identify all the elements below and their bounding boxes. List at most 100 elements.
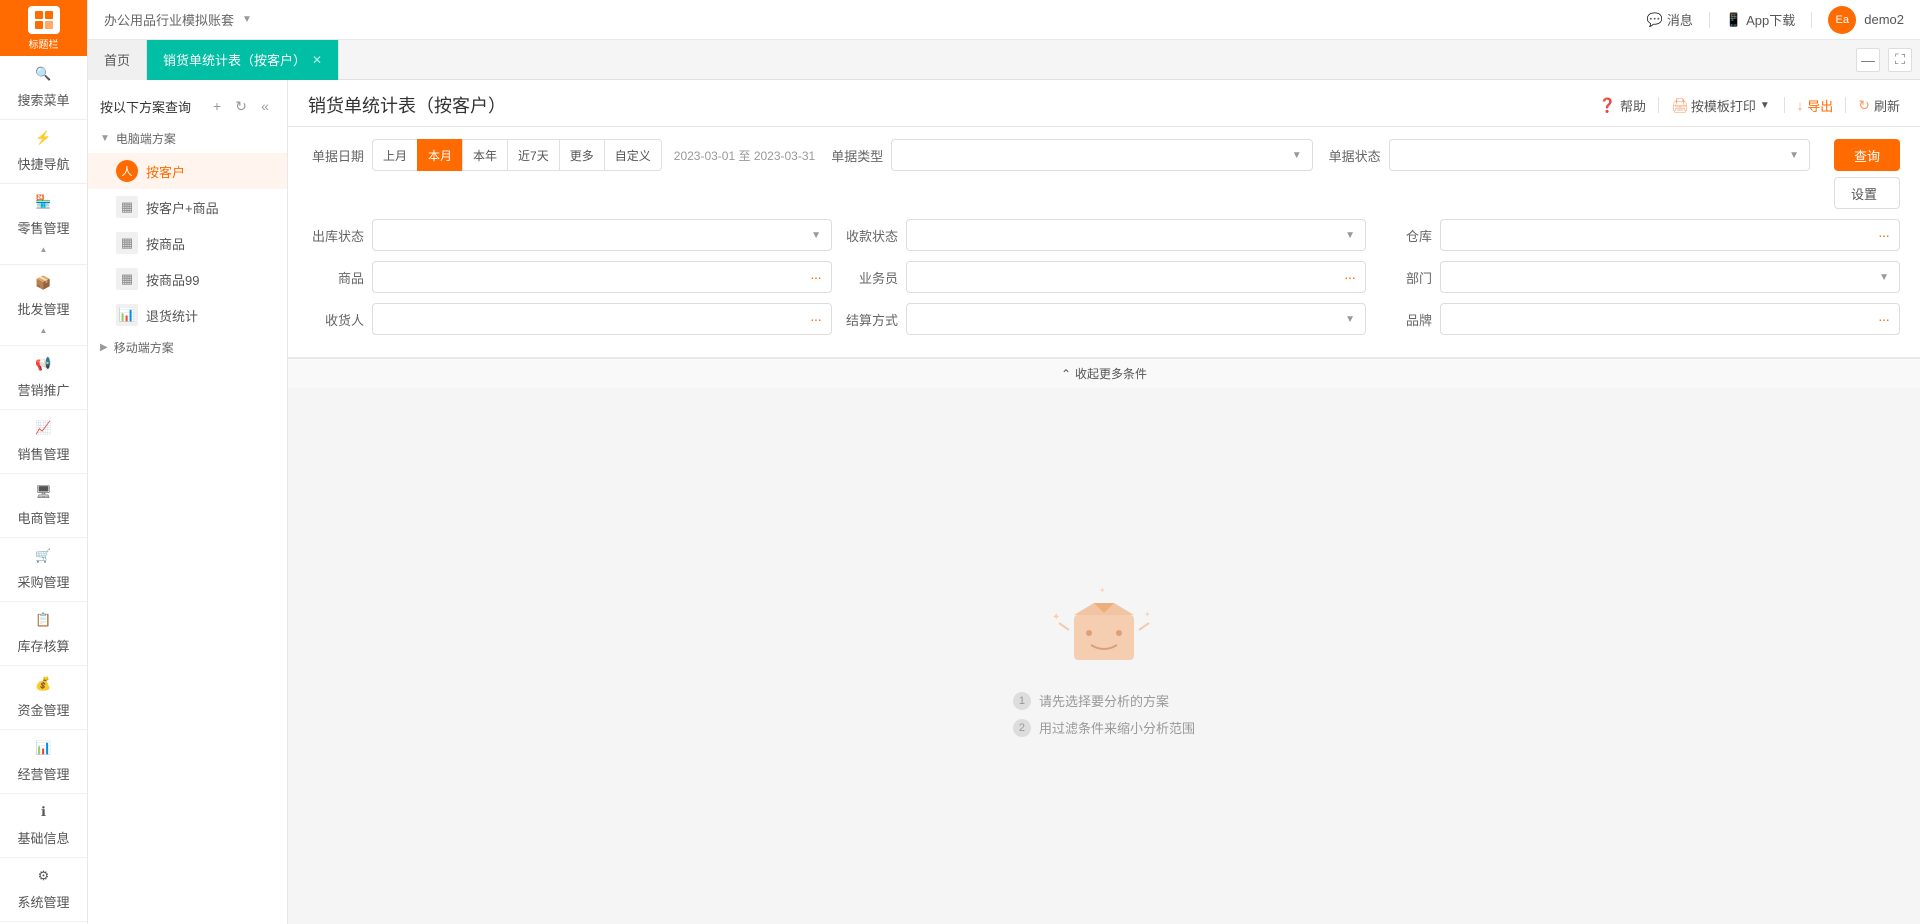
page-header: 销货单统计表（按客户） ❓ 帮助 🖨 按模板打印 ▼ ↓ [288,80,1920,127]
scheme-item-label: 退货统计 [146,306,198,325]
out-status-select[interactable]: ▼ [372,219,832,251]
return-stat-icon: 📊 [116,304,138,326]
status-select[interactable]: ▼ [1389,139,1810,171]
date-btn-custom[interactable]: 自定义 [604,139,662,171]
query-button[interactable]: 查询 [1834,139,1900,171]
goods-more-icon: ··· [810,269,821,285]
sidebar-item-sales[interactable]: 📈 销售管理 [0,410,88,474]
sidebar-item-label: 系统管理 [17,892,69,911]
sidebar-item-label: 库存核算 [17,636,69,655]
help-button[interactable]: ❓ 帮助 [1599,96,1646,115]
scheme-collapse-button[interactable]: « [255,96,275,116]
scheme-item-by-goods99[interactable]: ▦ 按商品99 [88,261,287,297]
salesman-select[interactable]: ··· [906,261,1366,293]
sidebar-item-operation[interactable]: 📊 经营管理 [0,730,88,794]
dept-select[interactable]: ▼ [1440,261,1900,293]
export-button[interactable]: ↓ 导出 [1797,96,1834,115]
dept-label: 部门 [1376,268,1432,287]
right-panel: 销货单统计表（按客户） ❓ 帮助 🖨 按模板打印 ▼ ↓ [288,80,1920,924]
system-icon: ⚙ [38,868,50,884]
sidebar-item-label: 搜索菜单 [17,90,69,109]
filter-row-3: 商品 ··· 业务员 ··· 部门 [308,261,1900,293]
header-divider [1709,12,1710,28]
tab-sales-stat[interactable]: 销货单统计表（按客户） ✕ [147,40,339,80]
status-filter-cell: 单据状态 ▼ [1325,139,1810,171]
collapse-label: 收起更多条件 [1075,365,1147,382]
message-button[interactable]: 💬 消息 [1647,10,1693,29]
operation-icon: 📊 [35,740,51,756]
goods99-icon: ▦ [116,268,138,290]
brand-select[interactable]: ··· [1440,303,1900,335]
out-status-cell: 出库状态 ▼ [308,219,832,251]
print-label: 按模板打印 [1691,96,1756,115]
type-select[interactable]: ▼ [891,139,1312,171]
receipt-status-select[interactable]: ▼ [906,219,1366,251]
sidebar-item-label: 电商管理 [17,508,69,527]
user-name: demo2 [1864,12,1904,27]
settings-button[interactable]: 设置 [1834,177,1900,209]
date-btn-this-year[interactable]: 本年 [462,139,507,171]
collapse-bar[interactable]: ⌃ 收起更多条件 [288,358,1920,388]
customer-goods-icon: ▦ [116,196,138,218]
sidebar-item-ecom[interactable]: 🖥 电商管理 [0,474,88,538]
scheme-item-label: 按客户+商品 [146,198,219,217]
sidebar-item-quick-nav[interactable]: ⚡ 快捷导航 [0,120,88,184]
scheme-item-by-customer[interactable]: 人 按客户 [88,153,287,189]
warehouse-more-icon: ··· [1878,227,1889,243]
message-label: 消息 [1667,10,1693,29]
scheme-section-pc-header[interactable]: ▼ 电脑端方案 [88,124,287,153]
user-menu-button[interactable]: Ea demo2 [1828,6,1904,34]
sidebar-item-wholesale[interactable]: 📦 批发管理 ▲ [0,265,88,346]
type-filter-cell: 单据类型 ▼ [827,139,1312,171]
date-btn-more[interactable]: 更多 [559,139,604,171]
scheme-item-by-customer-goods[interactable]: ▦ 按客户+商品 [88,189,287,225]
sidebar-item-inventory[interactable]: 📋 库存核算 [0,602,88,666]
search-icon: 🔍 [35,66,51,82]
header-title-dropdown-icon[interactable]: ▼ [242,14,252,25]
scheme-section-mobile-header[interactable]: ▶ 移动端方案 [88,333,287,362]
date-btn-this-month[interactable]: 本月 [417,139,462,171]
type-label: 单据类型 [827,146,883,165]
sidebar-item-finance[interactable]: 💰 资金管理 [0,666,88,730]
lightning-icon: ⚡ [35,130,51,146]
scheme-item-label: 按商品99 [146,270,199,289]
tab-close-icon[interactable]: ✕ [312,53,322,67]
page-header-actions: ❓ 帮助 🖨 按模板打印 ▼ ↓ 导出 [1599,96,1900,115]
sidebar-item-basic-info[interactable]: ℹ 基础信息 [0,794,88,858]
tab-minimize-button[interactable]: — [1856,48,1880,72]
filter-row-1: 单据日期 上月 本月 本年 近7天 更多 自定义 2023-03-01 至 20… [308,139,1900,209]
settlement-select[interactable]: ▼ [906,303,1366,335]
export-label: 导出 [1807,96,1833,115]
scheme-section-mobile: ▶ 移动端方案 [88,333,287,362]
sidebar-item-marketing[interactable]: 📢 营销推广 [0,346,88,410]
warehouse-label: 仓库 [1376,226,1432,245]
scheme-item-by-goods[interactable]: ▦ 按商品 [88,225,287,261]
date-btn-last7[interactable]: 近7天 [507,139,559,171]
page-title: 销货单统计表（按客户） [308,92,506,118]
scheme-refresh-button[interactable]: ↻ [231,96,251,116]
scheme-add-button[interactable]: + [207,96,227,116]
salesman-label: 业务员 [842,268,898,287]
tab-home[interactable]: 首页 [88,40,147,80]
receiver-more-icon: ··· [810,311,821,327]
sidebar-item-label: 销售管理 [17,444,69,463]
header-title: 办公用品行业模拟账套 [104,10,234,29]
date-btn-last-month[interactable]: 上月 [372,139,417,171]
refresh-button[interactable]: ↻ 刷新 [1858,96,1900,115]
scheme-item-return-stat[interactable]: 📊 退货统计 [88,297,287,333]
sidebar-item-search-menu[interactable]: 🔍 搜索菜单 [0,56,88,120]
sidebar-item-purchase[interactable]: 🛒 采购管理 [0,538,88,602]
brand-cell: 品牌 ··· [1376,303,1900,335]
tab-maximize-button[interactable]: ⛶ [1888,48,1912,72]
app-download-button[interactable]: 📱 App下载 [1726,10,1795,29]
purchase-icon: 🛒 [35,548,51,564]
basic-info-icon: ℹ [41,804,46,820]
goods-select[interactable]: ··· [372,261,832,293]
receiver-select[interactable]: ··· [372,303,832,335]
print-caret-icon[interactable]: ▼ [1758,100,1772,111]
sidebar-item-retail[interactable]: 🏪 零售管理 ▲ [0,184,88,265]
warehouse-select[interactable]: ··· [1440,219,1900,251]
main-area: 办公用品行业模拟账套 ▼ 💬 消息 📱 App下载 Ea demo2 首页 销货… [88,0,1920,924]
print-button[interactable]: 🖨 按模板打印 ▼ [1671,96,1772,115]
sidebar-item-system[interactable]: ⚙ 系统管理 [0,858,88,922]
